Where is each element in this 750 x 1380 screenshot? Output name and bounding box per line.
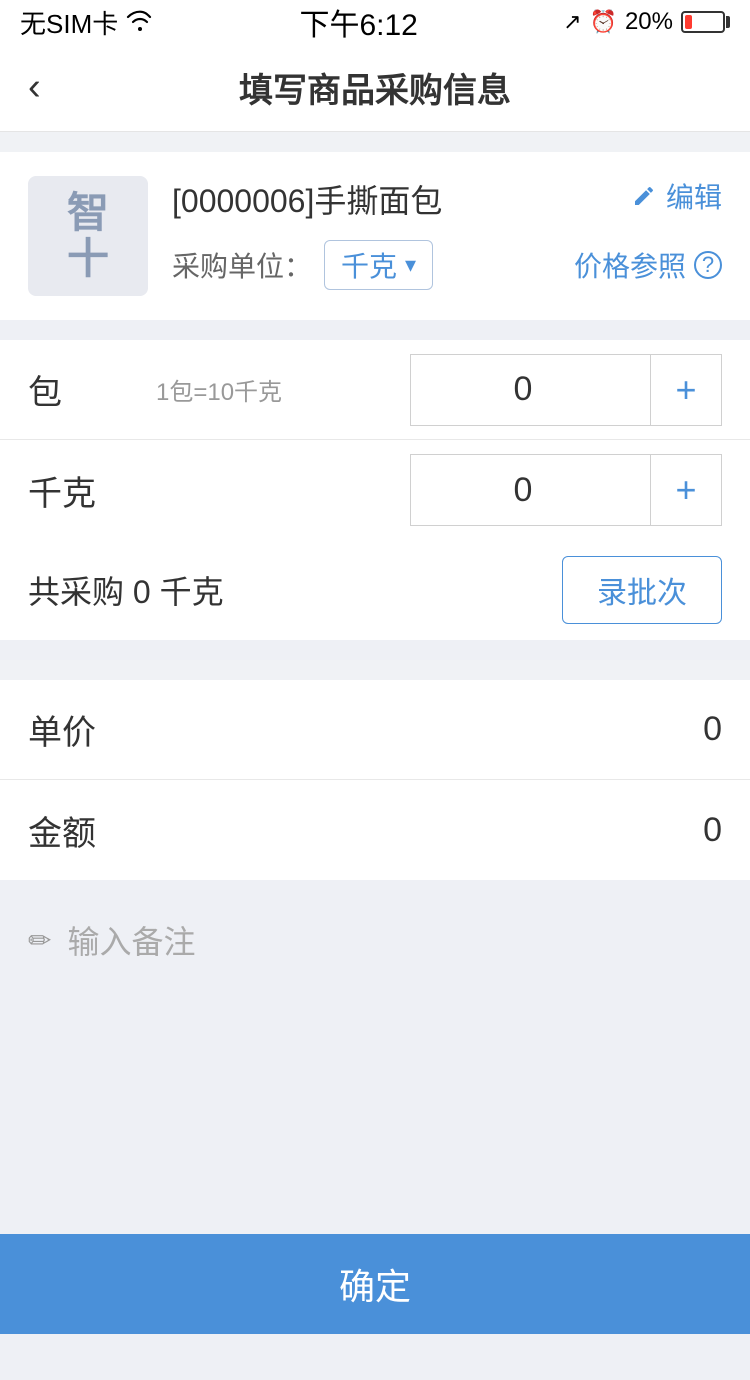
alarm-icon: ⏰ bbox=[590, 9, 617, 35]
input-section: 包 1包=10千克 + 千克 + bbox=[0, 340, 750, 540]
carrier-label: 无SIM卡 bbox=[20, 4, 118, 41]
back-button[interactable]: ‹ bbox=[28, 66, 41, 109]
chevron-down-icon: ▾ bbox=[405, 252, 416, 278]
wifi-icon bbox=[126, 7, 154, 38]
amount-value: 0 bbox=[703, 811, 722, 850]
section-divider-1 bbox=[0, 320, 750, 340]
price-value: 0 bbox=[703, 710, 722, 749]
bao-input[interactable] bbox=[410, 354, 650, 426]
amount-label: 金额 bbox=[28, 806, 96, 855]
qianke-controls: + bbox=[148, 454, 722, 526]
product-card: 智 十 [0000006]手撕面包 编辑 采购单位： 千克 ▾ 价格参照 bbox=[0, 152, 750, 320]
bao-row: 包 1包=10千克 + bbox=[0, 340, 750, 440]
info-section: 单价 0 金额 0 bbox=[0, 680, 750, 880]
price-label: 单价 bbox=[28, 705, 96, 754]
bao-plus-button[interactable]: + bbox=[650, 354, 722, 426]
qianke-row: 千克 + bbox=[0, 440, 750, 540]
battery-icon bbox=[681, 11, 730, 33]
qianke-input[interactable] bbox=[410, 454, 650, 526]
qianke-plus-button[interactable]: + bbox=[650, 454, 722, 526]
price-ref-help-icon: ? bbox=[694, 251, 722, 279]
status-left: 无SIM卡 bbox=[20, 4, 154, 41]
price-ref-button[interactable]: 价格参照 ? bbox=[574, 245, 722, 285]
battery-percent: 20% bbox=[625, 8, 673, 36]
bao-label: 包 bbox=[28, 365, 148, 414]
time-label: 下午6:12 bbox=[299, 0, 417, 44]
section-divider-2 bbox=[0, 640, 750, 660]
total-text: 共采购 0 千克 bbox=[28, 567, 224, 613]
product-logo: 智 十 bbox=[67, 190, 109, 282]
page-title: 填写商品采购信息 bbox=[239, 63, 511, 112]
status-bar: 无SIM卡 下午6:12 ↗ ⏰ 20% bbox=[0, 0, 750, 44]
qianke-label: 千克 bbox=[28, 466, 148, 515]
total-row: 共采购 0 千克 录批次 bbox=[0, 540, 750, 640]
unit-select[interactable]: 千克 ▾ bbox=[324, 240, 433, 290]
location-icon: ↗ bbox=[563, 9, 581, 35]
product-image: 智 十 bbox=[28, 176, 148, 296]
pencil-icon: ✏ bbox=[28, 924, 51, 957]
bao-controls: + bbox=[282, 354, 722, 426]
product-name: [0000006]手撕面包 bbox=[172, 176, 442, 222]
edit-button[interactable]: 编辑 bbox=[632, 176, 722, 216]
bao-sublabel: 1包=10千克 bbox=[156, 372, 282, 407]
status-right: ↗ ⏰ 20% bbox=[563, 8, 730, 36]
confirm-button[interactable]: 确定 bbox=[0, 1234, 750, 1334]
product-info: [0000006]手撕面包 编辑 采购单位： 千克 ▾ 价格参照 ? bbox=[172, 176, 722, 290]
amount-row: 金额 0 bbox=[0, 780, 750, 880]
note-placeholder: 输入备注 bbox=[67, 917, 195, 963]
unit-label: 采购单位： bbox=[172, 245, 312, 285]
price-row: 单价 0 bbox=[0, 680, 750, 780]
note-section[interactable]: ✏ 输入备注 bbox=[0, 880, 750, 1000]
batch-button[interactable]: 录批次 bbox=[562, 556, 722, 624]
nav-bar: ‹ 填写商品采购信息 bbox=[0, 44, 750, 132]
